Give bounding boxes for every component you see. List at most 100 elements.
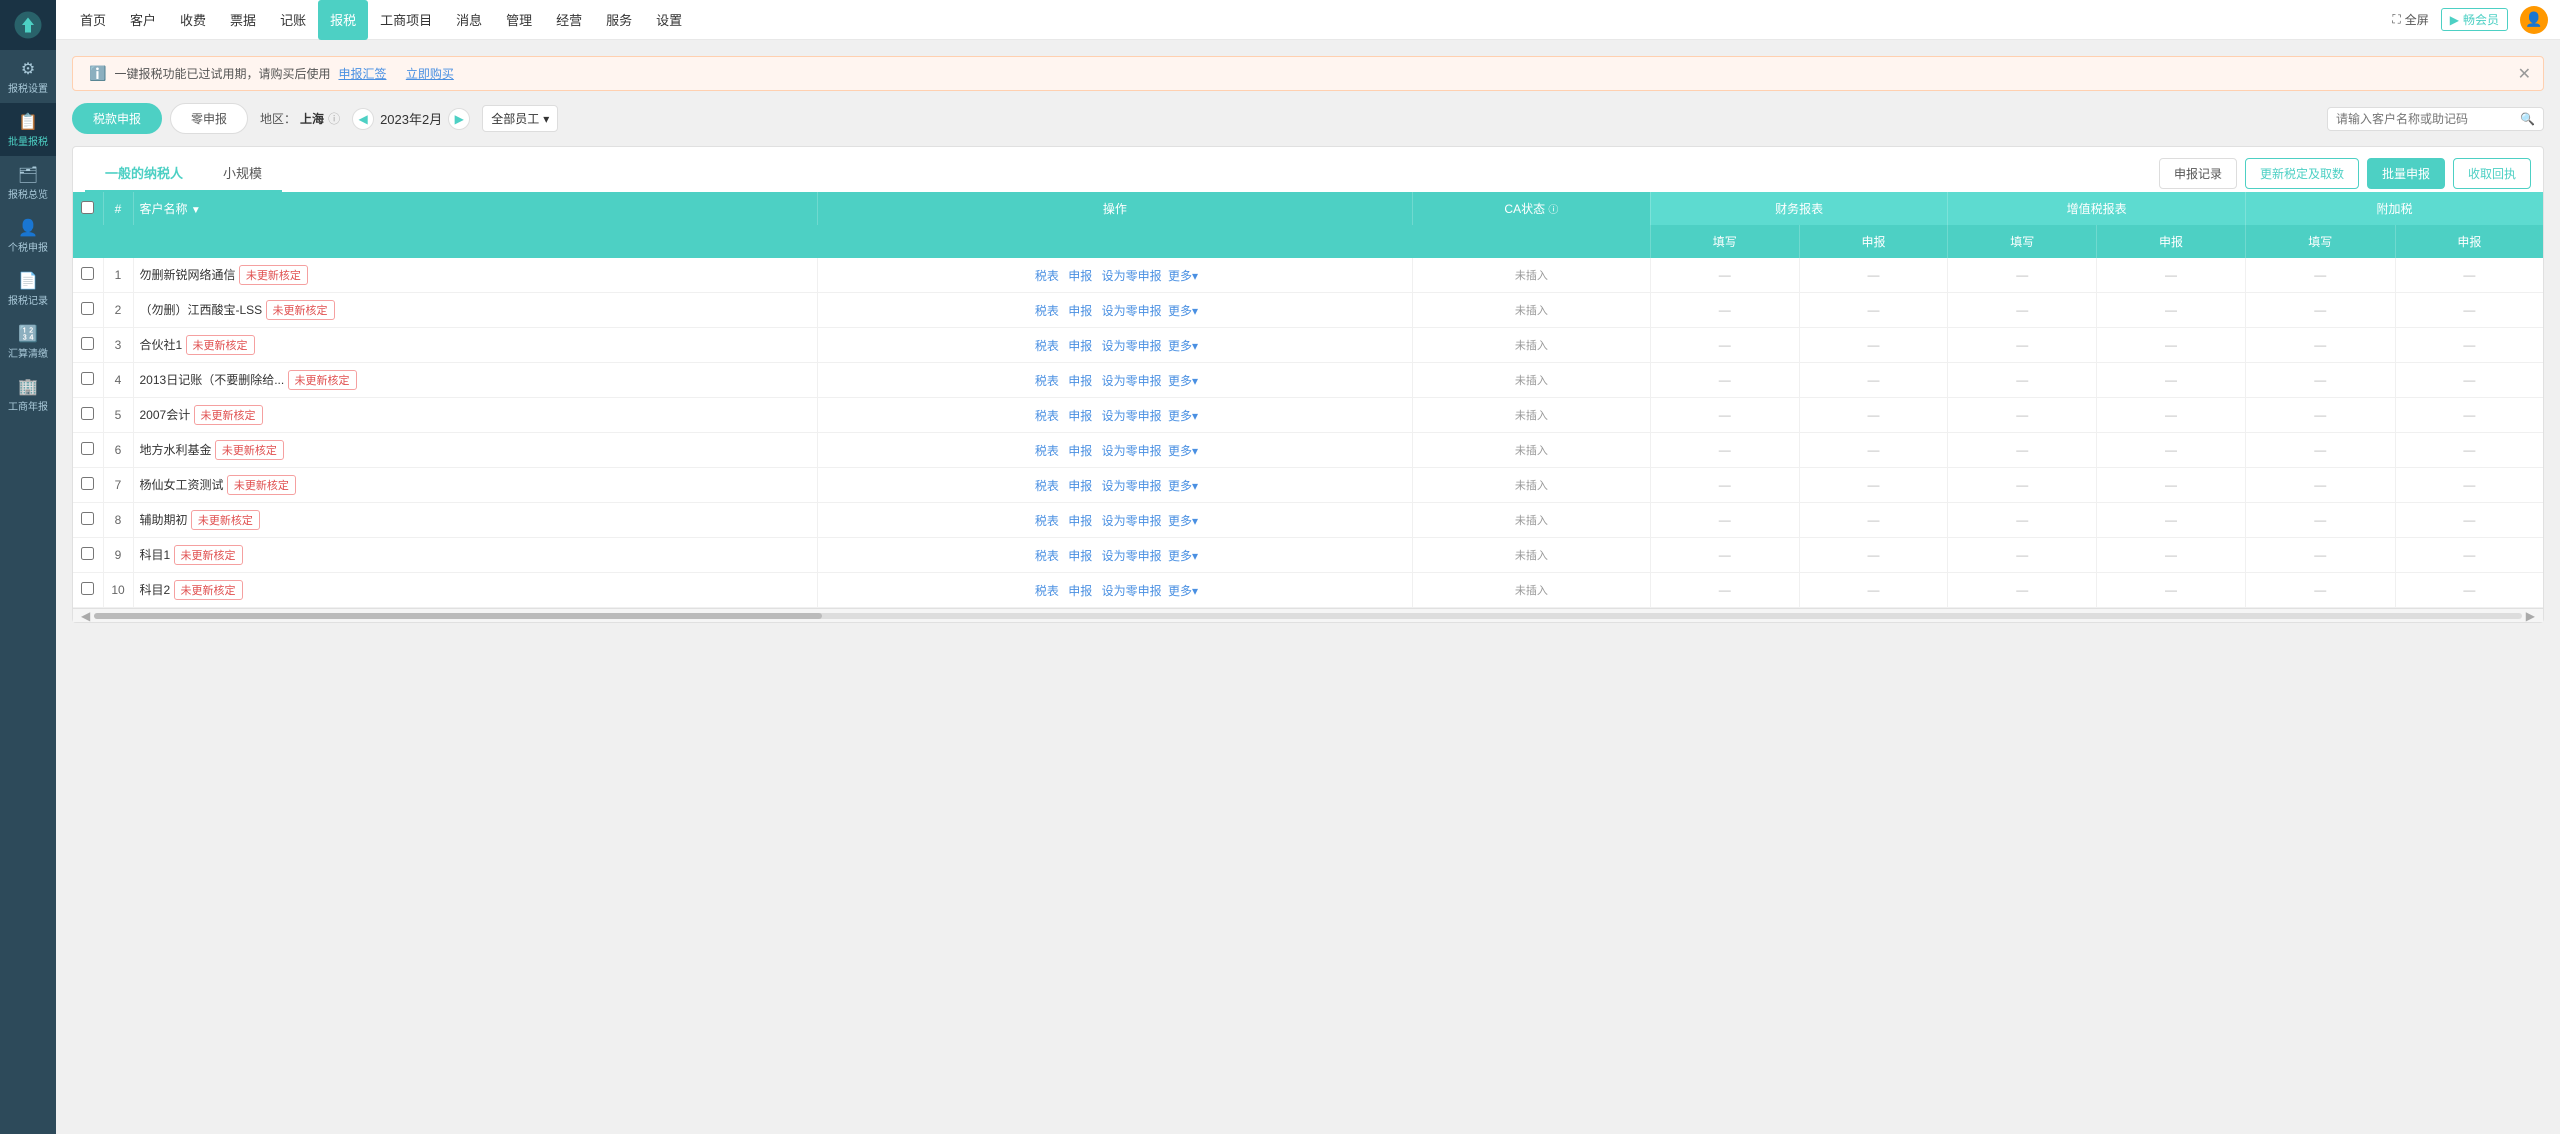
op-zero-5[interactable]: 设为零申报 [1099, 442, 1165, 459]
sidebar-item-personal-tax[interactable]: 👤 个税申报 [0, 209, 56, 262]
record-btn[interactable]: 申报记录 [2159, 158, 2237, 189]
date-prev-btn[interactable]: ◀ [352, 108, 374, 130]
row-checkbox-1[interactable] [73, 293, 103, 328]
op-zero-9[interactable]: 设为零申报 [1099, 582, 1165, 599]
op-taxform-2[interactable]: 税表 [1032, 337, 1062, 354]
op-zero-0[interactable]: 设为零申报 [1099, 267, 1165, 284]
row-check-4[interactable] [81, 407, 94, 420]
op-more-6[interactable]: 更多▾ [1168, 479, 1198, 493]
sidebar-item-tax-records[interactable]: 📄 报税记录 [0, 262, 56, 315]
nav-business[interactable]: 工商项目 [368, 0, 444, 40]
row-checkbox-2[interactable] [73, 328, 103, 363]
op-declare-1[interactable]: 申报 [1065, 302, 1095, 319]
nav-settings[interactable]: 设置 [644, 0, 694, 40]
row-check-7[interactable] [81, 512, 94, 525]
op-taxform-4[interactable]: 税表 [1032, 407, 1062, 424]
nav-accounting[interactable]: 记账 [268, 0, 318, 40]
banner-link-buy[interactable]: 立即购买 [406, 65, 454, 82]
op-more-0[interactable]: 更多▾ [1168, 269, 1198, 283]
region-info-icon[interactable]: ⓘ [328, 110, 340, 127]
op-declare-2[interactable]: 申报 [1065, 337, 1095, 354]
op-more-8[interactable]: 更多▾ [1168, 549, 1198, 563]
row-check-3[interactable] [81, 372, 94, 385]
scroll-left-arrow[interactable]: ◀ [81, 609, 90, 623]
op-zero-1[interactable]: 设为零申报 [1099, 302, 1165, 319]
op-more-1[interactable]: 更多▾ [1168, 304, 1198, 318]
op-taxform-1[interactable]: 税表 [1032, 302, 1062, 319]
tab-zero-declare[interactable]: 零申报 [170, 103, 248, 134]
row-checkbox-6[interactable] [73, 468, 103, 503]
sidebar-item-batch-tax[interactable]: 📋 批量报税 [0, 103, 56, 156]
op-declare-6[interactable]: 申报 [1065, 477, 1095, 494]
nav-messages[interactable]: 消息 [444, 0, 494, 40]
dept-selector[interactable]: 全部员工 ▾ [482, 105, 558, 132]
op-declare-3[interactable]: 申报 [1065, 372, 1095, 389]
nav-clients[interactable]: 客户 [118, 0, 168, 40]
op-more-9[interactable]: 更多▾ [1168, 584, 1198, 598]
header-checkbox[interactable] [73, 192, 103, 225]
row-checkbox-7[interactable] [73, 503, 103, 538]
op-declare-8[interactable]: 申报 [1065, 547, 1095, 564]
op-taxform-6[interactable]: 税表 [1032, 477, 1062, 494]
op-zero-8[interactable]: 设为零申报 [1099, 547, 1165, 564]
op-zero-4[interactable]: 设为零申报 [1099, 407, 1165, 424]
ca-status-icon[interactable]: ⓘ [1548, 205, 1558, 216]
scroll-track[interactable] [94, 613, 2522, 619]
banner-close-btn[interactable]: ✕ [2518, 64, 2531, 84]
fullscreen-btn[interactable]: ⛶ 全屏 [2392, 11, 2428, 28]
op-declare-0[interactable]: 申报 [1065, 267, 1095, 284]
op-declare-7[interactable]: 申报 [1065, 512, 1095, 529]
select-all-checkbox[interactable] [81, 201, 94, 214]
op-zero-7[interactable]: 设为零申报 [1099, 512, 1165, 529]
op-declare-5[interactable]: 申报 [1065, 442, 1095, 459]
row-check-0[interactable] [81, 267, 94, 280]
op-declare-4[interactable]: 申报 [1065, 407, 1095, 424]
row-checkbox-9[interactable] [73, 573, 103, 608]
retrieve-btn[interactable]: 收取回执 [2453, 158, 2531, 189]
op-more-4[interactable]: 更多▾ [1168, 409, 1198, 423]
row-check-5[interactable] [81, 442, 94, 455]
row-checkbox-8[interactable] [73, 538, 103, 573]
op-taxform-9[interactable]: 税表 [1032, 582, 1062, 599]
nav-home[interactable]: 首页 [68, 0, 118, 40]
nav-services[interactable]: 服务 [594, 0, 644, 40]
date-next-btn[interactable]: ▶ [448, 108, 470, 130]
sidebar-item-tax-overview[interactable]: 🗂 报税总览 [0, 156, 56, 209]
op-taxform-5[interactable]: 税表 [1032, 442, 1062, 459]
op-zero-3[interactable]: 设为零申报 [1099, 372, 1165, 389]
op-zero-6[interactable]: 设为零申报 [1099, 477, 1165, 494]
search-icon[interactable]: 🔍 [2520, 112, 2535, 126]
banner-link-declare[interactable]: 申报汇签 [338, 65, 386, 82]
upgrade-btn[interactable]: ▶ 畅会员 [2441, 8, 2508, 31]
row-check-2[interactable] [81, 337, 94, 350]
sidebar-item-business-report[interactable]: 🏢 工商年报 [0, 368, 56, 421]
batch-btn[interactable]: 批量申报 [2367, 158, 2445, 189]
row-check-9[interactable] [81, 582, 94, 595]
row-checkbox-5[interactable] [73, 433, 103, 468]
tab-tax-declare[interactable]: 税款申报 [72, 103, 162, 134]
nav-invoice[interactable]: 票据 [218, 0, 268, 40]
subtab-small[interactable]: 小规模 [203, 155, 282, 192]
scroll-right-arrow[interactable]: ▶ [2526, 609, 2535, 623]
op-more-2[interactable]: 更多▾ [1168, 339, 1198, 353]
row-checkbox-3[interactable] [73, 363, 103, 398]
header-name[interactable]: 客户名称 ▼ [133, 192, 817, 225]
op-taxform-0[interactable]: 税表 [1032, 267, 1062, 284]
row-check-6[interactable] [81, 477, 94, 490]
header-name-sort-icon[interactable]: ▼ [191, 205, 201, 216]
op-taxform-7[interactable]: 税表 [1032, 512, 1062, 529]
user-avatar[interactable]: 👤 [2520, 6, 2548, 34]
sidebar-item-calc-clear[interactable]: 🔢 汇算清缴 [0, 315, 56, 368]
nav-operations[interactable]: 经营 [544, 0, 594, 40]
search-input[interactable] [2336, 112, 2516, 126]
op-more-5[interactable]: 更多▾ [1168, 444, 1198, 458]
horizontal-scrollbar[interactable]: ◀ ▶ [73, 608, 2543, 622]
op-declare-9[interactable]: 申报 [1065, 582, 1095, 599]
nav-tax[interactable]: 报税 [318, 0, 368, 40]
op-taxform-3[interactable]: 税表 [1032, 372, 1062, 389]
subtab-general[interactable]: 一般的纳税人 [85, 155, 203, 192]
row-check-8[interactable] [81, 547, 94, 560]
scroll-thumb[interactable] [94, 613, 822, 619]
nav-billing[interactable]: 收费 [168, 0, 218, 40]
op-more-7[interactable]: 更多▾ [1168, 514, 1198, 528]
